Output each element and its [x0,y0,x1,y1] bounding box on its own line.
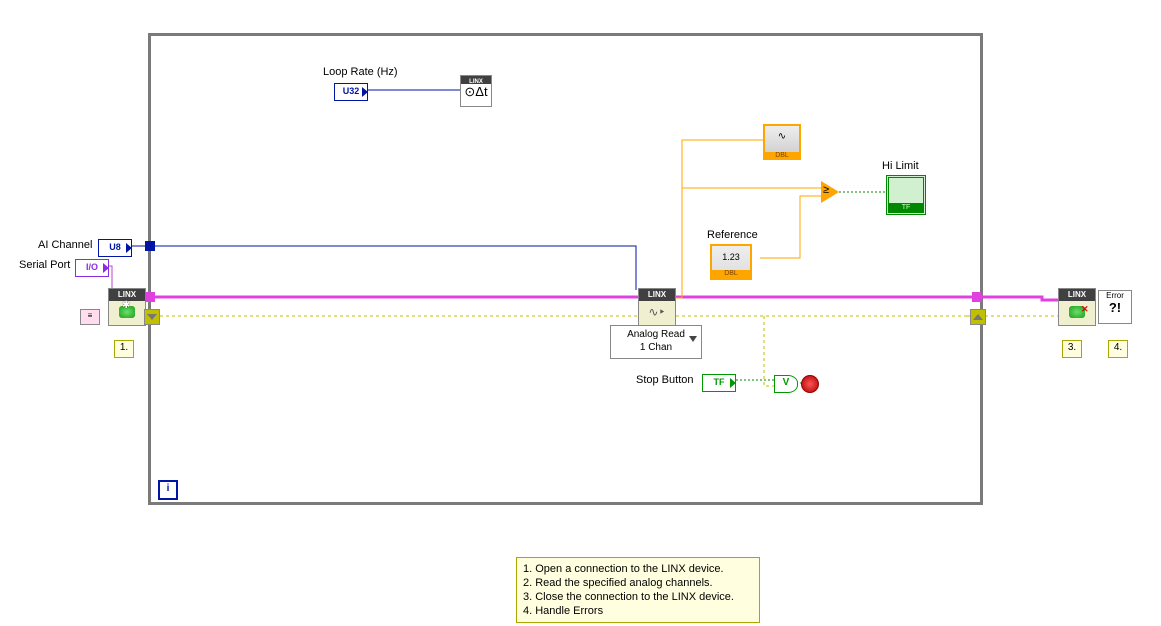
chevron-down-icon [689,336,697,342]
linx-header: LINX [461,76,491,84]
linx-resource-tunnel-out [972,292,982,302]
linx-open-node[interactable]: LINX [108,288,146,326]
serial-port-label: Serial Port [19,259,70,271]
loop-iteration-terminal: i [158,480,178,500]
analog-read-icon: ∿‣ [648,305,665,319]
hi-limit-indicator[interactable]: TF [886,175,926,215]
comment-line-1: 1. Open a connection to the LINX device. [523,562,753,576]
simple-error-handler-node[interactable]: Error ?! [1098,290,1132,324]
chart-dbl-label: DBL [765,152,799,160]
reference-indicator[interactable]: 1.23 DBL [710,244,752,280]
visa-resource-icon: ≡ [80,309,100,325]
linx-close-node[interactable]: LINX [1058,288,1096,326]
waveform-chart-indicator[interactable]: ∿ DBL [763,124,801,160]
reference-label: Reference [707,229,758,241]
comment-line-2: 2. Read the specified analog channels. [523,576,753,590]
while-loop-structure [148,33,983,505]
ai-tunnel-in [145,241,155,251]
comment-line-4: 4. Handle Errors [523,604,753,618]
poly-sel-line2: 1 Chan [640,342,672,353]
serial-port-control[interactable]: I/O [75,259,109,277]
error-shift-register-left [144,309,160,325]
loop-rate-control-type: U32 [343,86,360,96]
stop-button-control[interactable]: TF [702,374,736,392]
loop-rate-control[interactable]: U32 [334,83,368,101]
linx-close-icon [1069,306,1085,318]
hi-limit-label: Hi Limit [882,160,919,172]
loop-rate-label: Loop Rate (Hz) [323,66,398,78]
instructions-comment: 1. Open a connection to the LINX device.… [516,557,760,623]
poly-sel-line1: Analog Read [627,329,685,340]
linx-open-icon [119,306,135,318]
loop-stop-terminal[interactable] [801,375,819,393]
analog-read-polymorphic-selector[interactable]: Analog Read 1 Chan [610,325,702,359]
step-1-marker: 1. [114,340,134,358]
greater-or-equal-primitive[interactable] [821,181,839,203]
serial-port-type: I/O [86,262,98,272]
step-3-marker: 3. [1062,340,1082,358]
reference-num: 1.23 [722,252,740,262]
ai-channel-label: AI Channel [38,239,92,251]
error-text: Error [1099,291,1131,300]
stop-button-label: Stop Button [636,374,694,386]
step-4-marker: 4. [1108,340,1128,358]
error-shift-register-right [970,309,986,325]
linx-analog-read-node[interactable]: LINX ∿‣ [638,288,676,326]
ai-channel-type: U8 [109,242,121,252]
or-primitive[interactable]: V [774,375,798,393]
hi-limit-tf-label: TF [889,203,923,212]
chart-glyph: ∿ [765,126,799,148]
linx-resource-tunnel-in [145,292,155,302]
reference-dbl-label: DBL [712,270,750,278]
comment-line-3: 3. Close the connection to the LINX devi… [523,590,753,604]
loop-rate-glyph: ⊙Δt [461,84,491,100]
error-q: ?! [1099,300,1131,315]
linx-loop-rate-node[interactable]: LINX ⊙Δt [460,75,492,107]
ai-channel-control[interactable]: U8 [98,239,132,257]
stop-tf: TF [714,377,725,387]
